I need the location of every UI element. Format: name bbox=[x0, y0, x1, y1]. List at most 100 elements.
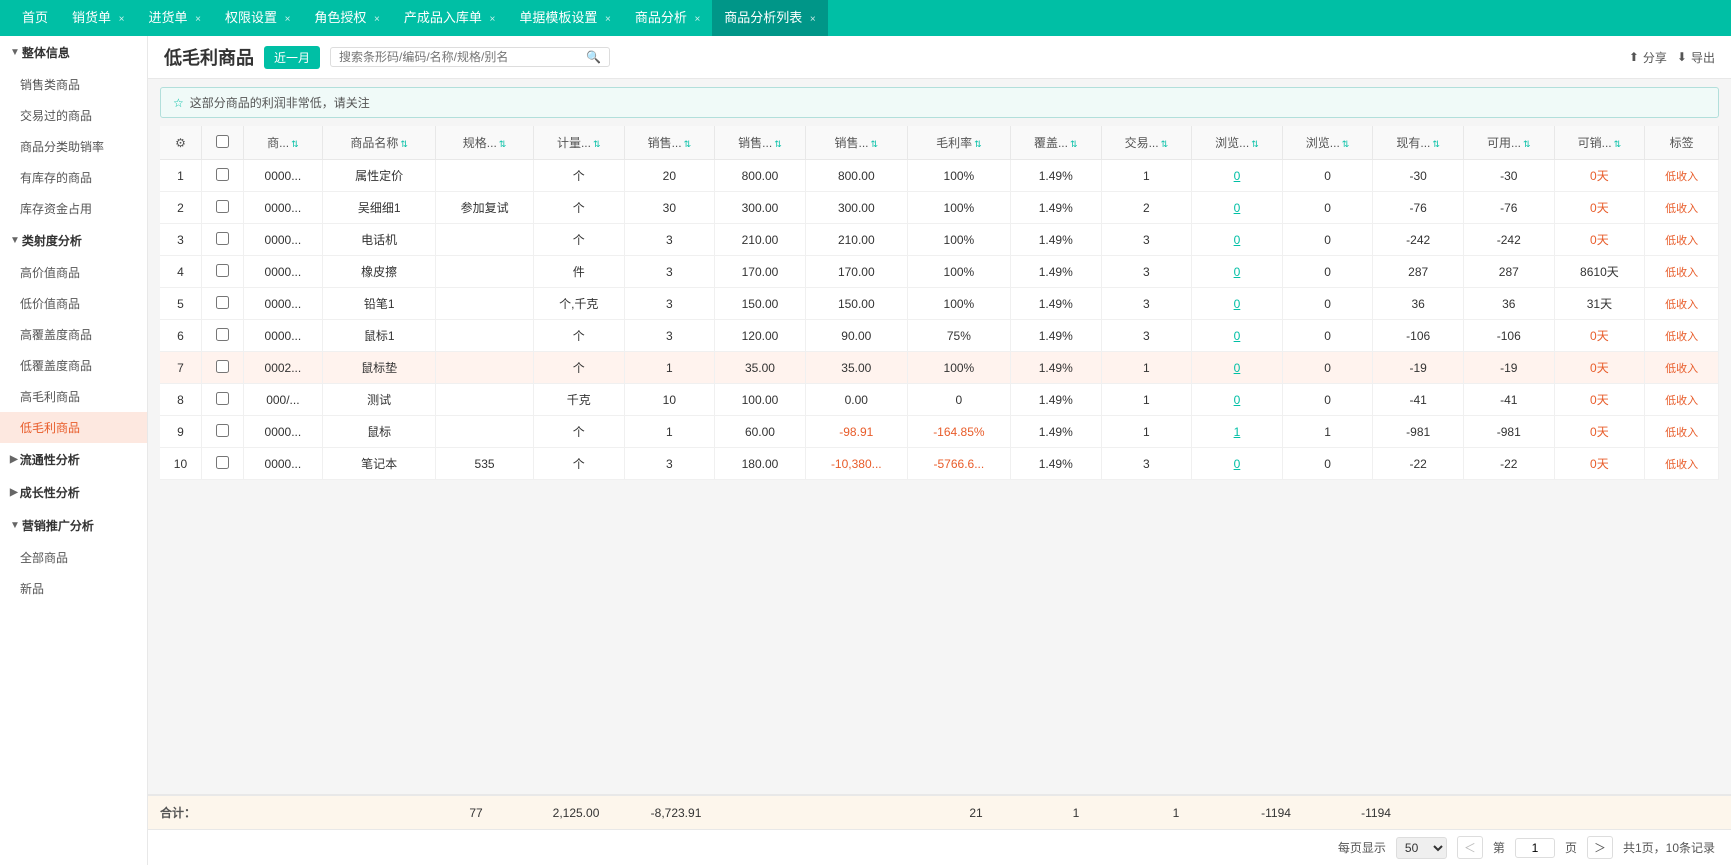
export-button[interactable]: ⬇ 导出 bbox=[1677, 49, 1715, 66]
cell-available: -981 bbox=[1463, 416, 1554, 448]
cell-view1[interactable]: 0 bbox=[1192, 288, 1283, 320]
row-checkbox[interactable] bbox=[216, 360, 229, 373]
sidebar-item-high-value[interactable]: 高价值商品 bbox=[0, 257, 147, 288]
nav-role-auth[interactable]: 角色授权 × bbox=[302, 0, 391, 36]
close-icon[interactable]: × bbox=[605, 14, 611, 25]
cell-checkbox[interactable] bbox=[201, 416, 243, 448]
nav-home[interactable]: 首页 bbox=[10, 0, 60, 36]
cell-checkbox[interactable] bbox=[201, 288, 243, 320]
nav-product-analysis[interactable]: 商品分析 × bbox=[623, 0, 712, 36]
sidebar-item-low-coverage[interactable]: 低覆盖度商品 bbox=[0, 350, 147, 381]
nav-finished-goods[interactable]: 产成品入库单 × bbox=[392, 0, 507, 36]
table-row: 9 0000... 鼠标 个 1 60.00 -98.91 -164.85% 1… bbox=[160, 416, 1719, 448]
cell-view1[interactable]: 0 bbox=[1192, 224, 1283, 256]
close-icon[interactable]: × bbox=[490, 14, 496, 25]
cell-checkbox[interactable] bbox=[201, 448, 243, 480]
sidebar-item-high-margin[interactable]: 高毛利商品 bbox=[0, 381, 147, 412]
nav-sales-order[interactable]: 销货单 × bbox=[60, 0, 136, 36]
row-checkbox[interactable] bbox=[216, 264, 229, 277]
next-page-button[interactable]: ＞ bbox=[1587, 836, 1613, 859]
cell-no: 3 bbox=[160, 224, 201, 256]
nav-product-analysis-list[interactable]: 商品分析列表 × bbox=[712, 0, 827, 36]
cell-sales-profit: 300.00 bbox=[805, 192, 907, 224]
sidebar-group-marketing[interactable]: ▼ 营销推广分析 bbox=[0, 509, 147, 542]
close-icon[interactable]: × bbox=[374, 14, 380, 25]
col-checkbox[interactable] bbox=[201, 126, 243, 160]
col-gross-rate: 毛利率⇅ bbox=[907, 126, 1010, 160]
row-checkbox[interactable] bbox=[216, 200, 229, 213]
cell-spec bbox=[436, 224, 534, 256]
sidebar-item-in-stock[interactable]: 有库存的商品 bbox=[0, 162, 147, 193]
search-input[interactable] bbox=[339, 50, 586, 64]
row-checkbox[interactable] bbox=[216, 456, 229, 469]
search-container: 🔍 bbox=[330, 47, 610, 67]
select-all-checkbox[interactable] bbox=[216, 135, 229, 148]
cell-view1[interactable]: 0 bbox=[1192, 448, 1283, 480]
nav-permission-settings[interactable]: 权限设置 × bbox=[213, 0, 302, 36]
share-button[interactable]: ⬆ 分享 bbox=[1629, 49, 1667, 66]
products-table: ⚙ 商...⇅ 商品名称⇅ 规格...⇅ 计量...⇅ 销售...⇅ 销售...… bbox=[160, 126, 1719, 480]
row-checkbox[interactable] bbox=[216, 296, 229, 309]
cell-checkbox[interactable] bbox=[201, 320, 243, 352]
cell-checkbox[interactable] bbox=[201, 352, 243, 384]
cell-tag: 低收入 bbox=[1645, 352, 1719, 384]
close-icon[interactable]: × bbox=[694, 14, 700, 25]
cell-checkbox[interactable] bbox=[201, 384, 243, 416]
cell-name: 鼠标垫 bbox=[323, 352, 436, 384]
sidebar-group-liquidity[interactable]: ▶ 流通性分析 bbox=[0, 443, 147, 476]
sidebar-item-high-coverage[interactable]: 高覆盖度商品 bbox=[0, 319, 147, 350]
collapse-arrow-icon: ▼ bbox=[10, 47, 20, 58]
cell-sales-qty: 3 bbox=[624, 224, 715, 256]
cell-view1[interactable]: 0 bbox=[1192, 384, 1283, 416]
cell-trade-count: 3 bbox=[1101, 256, 1192, 288]
cell-sales-qty: 3 bbox=[624, 256, 715, 288]
cell-view1[interactable]: 0 bbox=[1192, 256, 1283, 288]
sidebar-item-low-margin[interactable]: 低毛利商品 bbox=[0, 412, 147, 443]
cell-available: -41 bbox=[1463, 384, 1554, 416]
sidebar-item-capital-usage[interactable]: 库存资金占用 bbox=[0, 193, 147, 224]
close-icon[interactable]: × bbox=[810, 14, 816, 25]
cell-spec bbox=[436, 320, 534, 352]
sidebar-item-category-rate[interactable]: 商品分类助销率 bbox=[0, 131, 147, 162]
sidebar-item-sales-products[interactable]: 销售类商品 bbox=[0, 69, 147, 100]
row-checkbox[interactable] bbox=[216, 328, 229, 341]
cell-trade-count: 3 bbox=[1101, 224, 1192, 256]
sidebar-item-all-products[interactable]: 全部商品 bbox=[0, 542, 147, 573]
cell-checkbox[interactable] bbox=[201, 160, 243, 192]
cell-checkbox[interactable] bbox=[201, 192, 243, 224]
sidebar-item-new-products[interactable]: 新品 bbox=[0, 573, 147, 604]
cell-view1[interactable]: 0 bbox=[1192, 192, 1283, 224]
row-checkbox[interactable] bbox=[216, 168, 229, 181]
sidebar-group-overall[interactable]: ▼ 整体信息 bbox=[0, 36, 147, 69]
row-checkbox[interactable] bbox=[216, 232, 229, 245]
row-checkbox[interactable] bbox=[216, 424, 229, 437]
page-input[interactable] bbox=[1515, 838, 1555, 858]
col-settings[interactable]: ⚙ bbox=[160, 126, 201, 160]
sidebar-group-category-analysis[interactable]: ▼ 类射度分析 bbox=[0, 224, 147, 257]
sidebar-item-traded-products[interactable]: 交易过的商品 bbox=[0, 100, 147, 131]
cell-unit: 件 bbox=[533, 256, 624, 288]
row-checkbox[interactable] bbox=[216, 392, 229, 405]
cell-sales-profit: 90.00 bbox=[805, 320, 907, 352]
cell-tag: 低收入 bbox=[1645, 448, 1719, 480]
prev-page-button[interactable]: ＜ bbox=[1457, 836, 1483, 859]
cell-view1[interactable]: 0 bbox=[1192, 160, 1283, 192]
sidebar-group-growth[interactable]: ▶ 成长性分析 bbox=[0, 476, 147, 509]
cell-checkbox[interactable] bbox=[201, 224, 243, 256]
close-icon[interactable]: × bbox=[119, 14, 125, 25]
sidebar-item-low-value[interactable]: 低价值商品 bbox=[0, 288, 147, 319]
cell-view1[interactable]: 0 bbox=[1192, 352, 1283, 384]
close-icon[interactable]: × bbox=[285, 14, 291, 25]
cell-no: 8 bbox=[160, 384, 201, 416]
cell-spec bbox=[436, 288, 534, 320]
nav-template-settings[interactable]: 单据模板设置 × bbox=[507, 0, 622, 36]
cell-view1[interactable]: 1 bbox=[1192, 416, 1283, 448]
per-page-select[interactable]: 50 100 200 bbox=[1396, 837, 1447, 859]
period-button[interactable]: 近一月 bbox=[264, 46, 320, 69]
cell-gross-rate: -164.85% bbox=[907, 416, 1010, 448]
close-icon[interactable]: × bbox=[195, 14, 201, 25]
cell-view1[interactable]: 0 bbox=[1192, 320, 1283, 352]
cell-checkbox[interactable] bbox=[201, 256, 243, 288]
nav-purchase-order[interactable]: 进货单 × bbox=[136, 0, 212, 36]
cell-sales-amount: 180.00 bbox=[715, 448, 806, 480]
